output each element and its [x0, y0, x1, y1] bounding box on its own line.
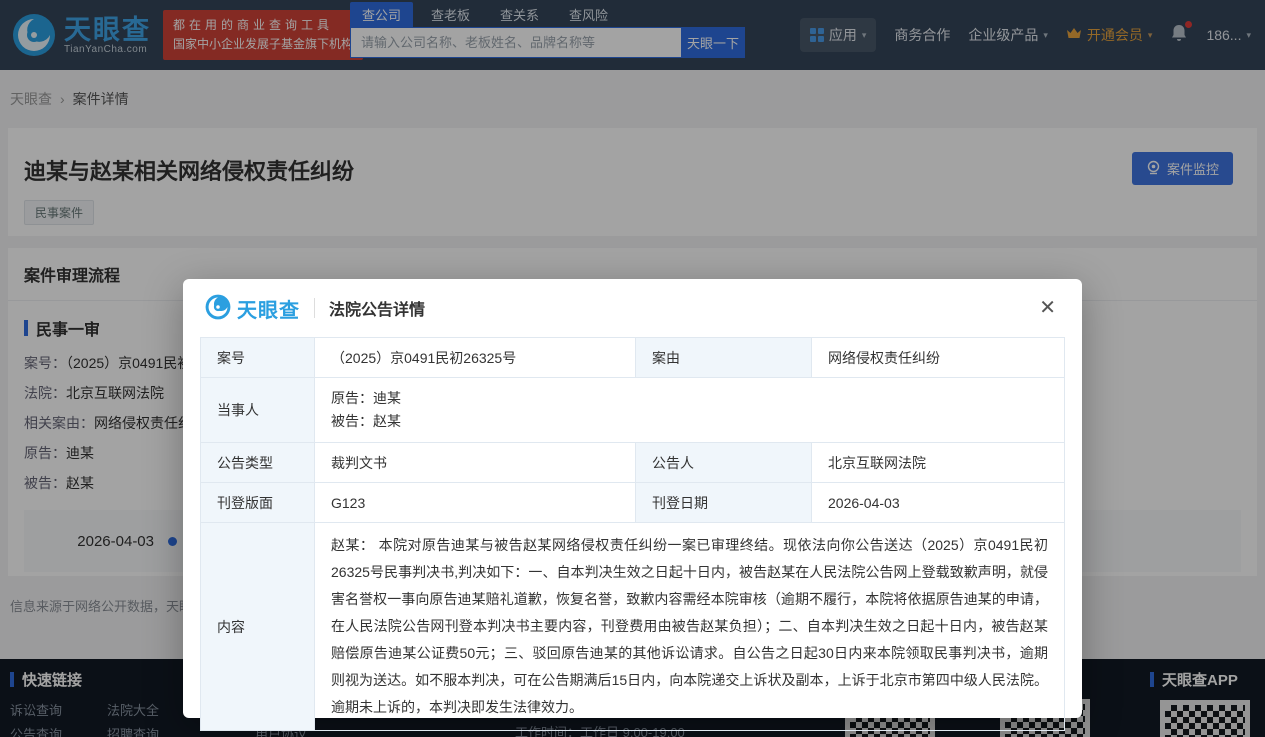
table-row: 案号 （2025）京0491民初26325号 案由 网络侵权责任纠纷 — [201, 338, 1065, 378]
modal-logo: 天眼查 — [205, 294, 300, 323]
table-row: 当事人 原告：迪某 被告：赵某 — [201, 378, 1065, 443]
publish-page-label: 刊登版面 — [201, 483, 315, 523]
party-value: 原告：迪某 被告：赵某 — [315, 378, 1065, 443]
case-no-label: 案号 — [201, 338, 315, 378]
court-announcement-modal: 天眼查 法院公告详情 ✕ 案号 （2025）京0491民初26325号 案由 网… — [183, 279, 1082, 718]
announcer-value: 北京互联网法院 — [812, 443, 1065, 483]
modal-body: 案号 （2025）京0491民初26325号 案由 网络侵权责任纠纷 当事人 原… — [183, 337, 1082, 731]
cause-value: 网络侵权责任纠纷 — [812, 338, 1065, 378]
announcement-type-value: 裁判文书 — [315, 443, 636, 483]
case-no-value: （2025）京0491民初26325号 — [315, 338, 636, 378]
modal-header: 天眼查 法院公告详情 ✕ — [183, 279, 1082, 337]
modal-brand-name: 天眼查 — [237, 294, 300, 323]
publish-date-value: 2026-04-03 — [812, 483, 1065, 523]
modal-header-divider — [314, 298, 315, 318]
cause-label: 案由 — [636, 338, 812, 378]
publish-date-label: 刊登日期 — [636, 483, 812, 523]
table-row: 内容 赵某： 本院对原告迪某与被告赵某网络侵权责任纠纷一案已审理终结。现依法向你… — [201, 523, 1065, 731]
table-row: 刊登版面 G123 刊登日期 2026-04-03 — [201, 483, 1065, 523]
publish-page-value: G123 — [315, 483, 636, 523]
table-row: 公告类型 裁判文书 公告人 北京互联网法院 — [201, 443, 1065, 483]
content-label: 内容 — [201, 523, 315, 731]
announcer-label: 公告人 — [636, 443, 812, 483]
tianyancha-swirl-icon — [205, 294, 231, 323]
content-value: 赵某： 本院对原告迪某与被告赵某网络侵权责任纠纷一案已审理终结。现依法向你公告送… — [315, 523, 1065, 731]
close-icon[interactable]: ✕ — [1035, 294, 1060, 322]
modal-title: 法院公告详情 — [329, 296, 425, 320]
party-label: 当事人 — [201, 378, 315, 443]
announcement-table: 案号 （2025）京0491民初26325号 案由 网络侵权责任纠纷 当事人 原… — [200, 337, 1065, 731]
announcement-type-label: 公告类型 — [201, 443, 315, 483]
